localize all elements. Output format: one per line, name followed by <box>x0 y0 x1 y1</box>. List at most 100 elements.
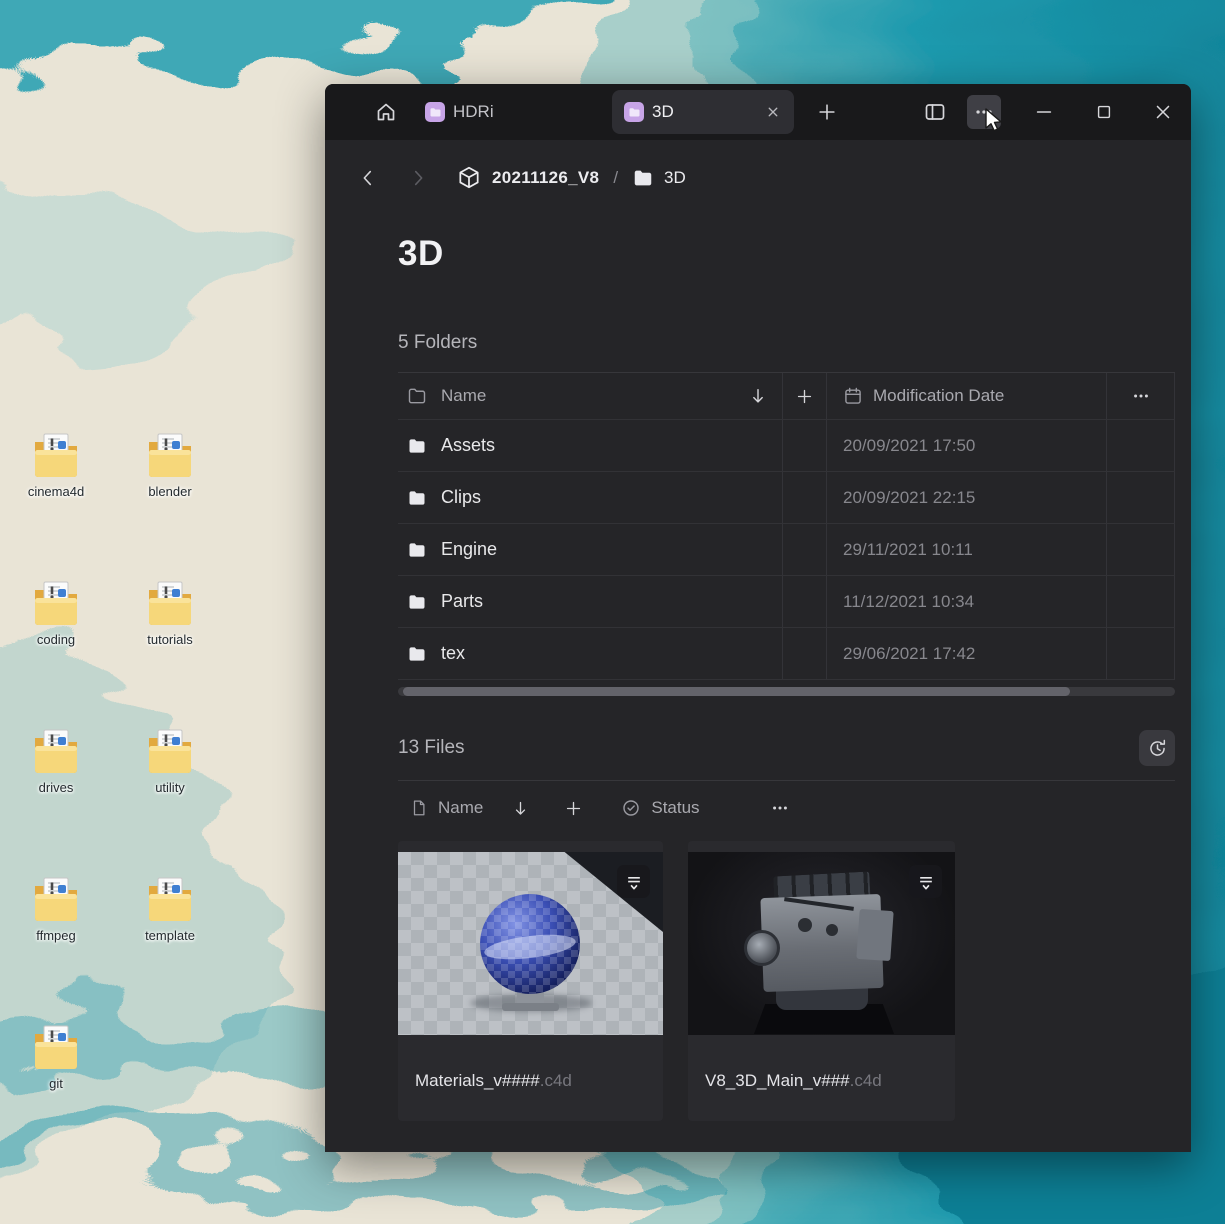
folder-row[interactable]: Assets 20/09/2021 17:50 <box>398 420 1175 472</box>
folder-name[interactable]: Parts <box>441 591 483 612</box>
minimize-button[interactable] <box>1030 98 1058 126</box>
icon-label: coding <box>36 632 76 647</box>
scrollbar-thumb[interactable] <box>403 687 1070 696</box>
desktop-icon-git[interactable]: git <box>8 1022 104 1091</box>
files-column-name[interactable]: Name <box>438 798 483 818</box>
folder-date: 11/12/2021 10:34 <box>843 591 975 611</box>
plus-icon <box>795 387 814 406</box>
folder-icon <box>30 578 82 630</box>
maximize-button[interactable] <box>1090 98 1118 126</box>
file-thumbnail-sphere <box>398 852 663 1035</box>
history-button[interactable] <box>1139 730 1175 766</box>
sort-arrow-down-icon[interactable] <box>511 799 530 818</box>
folder-row[interactable]: Parts 11/12/2021 10:34 <box>398 576 1175 628</box>
column-name-label: Name <box>441 386 487 405</box>
version-stack-icon[interactable] <box>617 865 650 898</box>
maximize-icon <box>1094 102 1114 122</box>
files-table-header: Name Status <box>398 785 1175 831</box>
cube-icon <box>456 165 482 191</box>
file-basename: Materials_v#### <box>415 1071 540 1090</box>
icon-label: cinema4d <box>27 484 85 499</box>
new-tab-button[interactable] <box>814 99 840 125</box>
folder-name[interactable]: Engine <box>441 539 497 560</box>
sidebar-toggle-icon <box>923 100 947 124</box>
folder-icon <box>407 540 427 560</box>
desktop-icon-cinema4d[interactable]: cinema4d <box>8 430 104 499</box>
desktop-icon-blender[interactable]: blender <box>122 430 218 499</box>
column-name[interactable]: Name <box>398 373 783 419</box>
folder-row[interactable]: Clips 20/09/2021 22:15 <box>398 472 1175 524</box>
file-name: V8_3D_Main_v###.c4d <box>688 1071 955 1091</box>
file-card-materials[interactable]: Materials_v####.c4d <box>398 841 663 1121</box>
folder-name[interactable]: Clips <box>441 487 481 508</box>
icon-label: ffmpeg <box>36 928 76 943</box>
folders-more-button[interactable] <box>1107 373 1175 419</box>
forward-button[interactable] <box>406 166 430 190</box>
file-extension: .c4d <box>849 1071 882 1090</box>
folder-icon <box>407 592 427 612</box>
breadcrumb-current[interactable]: 3D <box>664 168 686 188</box>
house-icon <box>374 100 398 124</box>
folder-name[interactable]: Assets <box>441 435 495 456</box>
folder-icon <box>407 644 427 664</box>
icon-label: drives <box>38 780 74 795</box>
folder-outline-icon <box>407 386 427 406</box>
file-name: Materials_v####.c4d <box>398 1071 663 1091</box>
desktop-icon-utility[interactable]: utility <box>122 726 218 795</box>
tab-3d-active[interactable]: 3D <box>612 90 794 134</box>
folder-date: 29/06/2021 17:42 <box>843 643 976 663</box>
files-column-status[interactable]: Status <box>651 798 699 818</box>
purple-folder-swatch <box>624 102 644 122</box>
clock-arrow-icon <box>1147 738 1168 759</box>
add-folder-button[interactable] <box>783 373 827 419</box>
folder-icon <box>30 430 82 482</box>
desktop-icon-drives[interactable]: drives <box>8 726 104 795</box>
desktop-icon-coding[interactable]: coding <box>8 578 104 647</box>
ellipsis-icon <box>1131 386 1151 406</box>
folder-icon <box>30 726 82 778</box>
mouse-cursor <box>985 108 1002 132</box>
app-window: HDRi 3D 20211126_V8 / 3D 3D 5 Folders Na… <box>325 84 1191 1152</box>
folder-icon <box>144 874 196 926</box>
folder-row[interactable]: tex 29/06/2021 17:42 <box>398 628 1175 680</box>
tab-close-icon[interactable] <box>764 103 782 121</box>
folder-icon <box>144 430 196 482</box>
chevron-right-icon <box>407 167 429 189</box>
tab-hdri[interactable]: HDRi <box>425 97 494 127</box>
folder-name[interactable]: tex <box>441 643 465 664</box>
add-file-button[interactable] <box>564 799 583 818</box>
close-icon <box>1152 101 1174 123</box>
horizontal-scrollbar[interactable] <box>398 687 1175 696</box>
folders-section-heading: 5 Folders <box>398 332 1175 373</box>
folder-date: 20/09/2021 22:15 <box>843 487 976 507</box>
files-more-button[interactable] <box>770 798 790 818</box>
minimize-icon <box>1033 101 1055 123</box>
version-stack-icon[interactable] <box>909 865 942 898</box>
home-button[interactable] <box>372 98 400 126</box>
column-modification-date[interactable]: Modification Date <box>827 373 1107 419</box>
close-button[interactable] <box>1149 98 1177 126</box>
icon-label: tutorials <box>147 632 193 647</box>
file-card-v8-main[interactable]: V8_3D_Main_v###.c4d <box>688 841 955 1121</box>
desktop-icon-template[interactable]: template <box>122 874 218 943</box>
file-basename: V8_3D_Main_v### <box>705 1071 850 1090</box>
tab-label: HDRi <box>453 102 494 121</box>
sort-arrow-down-icon[interactable] <box>748 386 768 406</box>
breadcrumb-project[interactable]: 20211126_V8 <box>492 168 599 188</box>
folder-icon <box>144 578 196 630</box>
file-extension: .c4d <box>539 1071 572 1090</box>
back-button[interactable] <box>356 166 380 190</box>
folders-table-header: Name Modification Date <box>398 373 1175 420</box>
sidebar-toggle-button[interactable] <box>921 98 949 126</box>
chevron-left-icon <box>357 167 379 189</box>
folder-row[interactable]: Engine 29/11/2021 10:11 <box>398 524 1175 576</box>
folder-icon <box>30 1022 82 1074</box>
folder-date: 29/11/2021 10:11 <box>843 539 973 559</box>
desktop-icon-tutorials[interactable]: tutorials <box>122 578 218 647</box>
icon-label: template <box>145 928 195 943</box>
icon-label: utility <box>155 780 185 795</box>
folder-icon <box>428 105 443 120</box>
desktop-icon-ffmpeg[interactable]: ffmpeg <box>8 874 104 943</box>
titlebar[interactable]: HDRi 3D <box>325 84 1191 140</box>
folder-icon <box>632 167 654 189</box>
